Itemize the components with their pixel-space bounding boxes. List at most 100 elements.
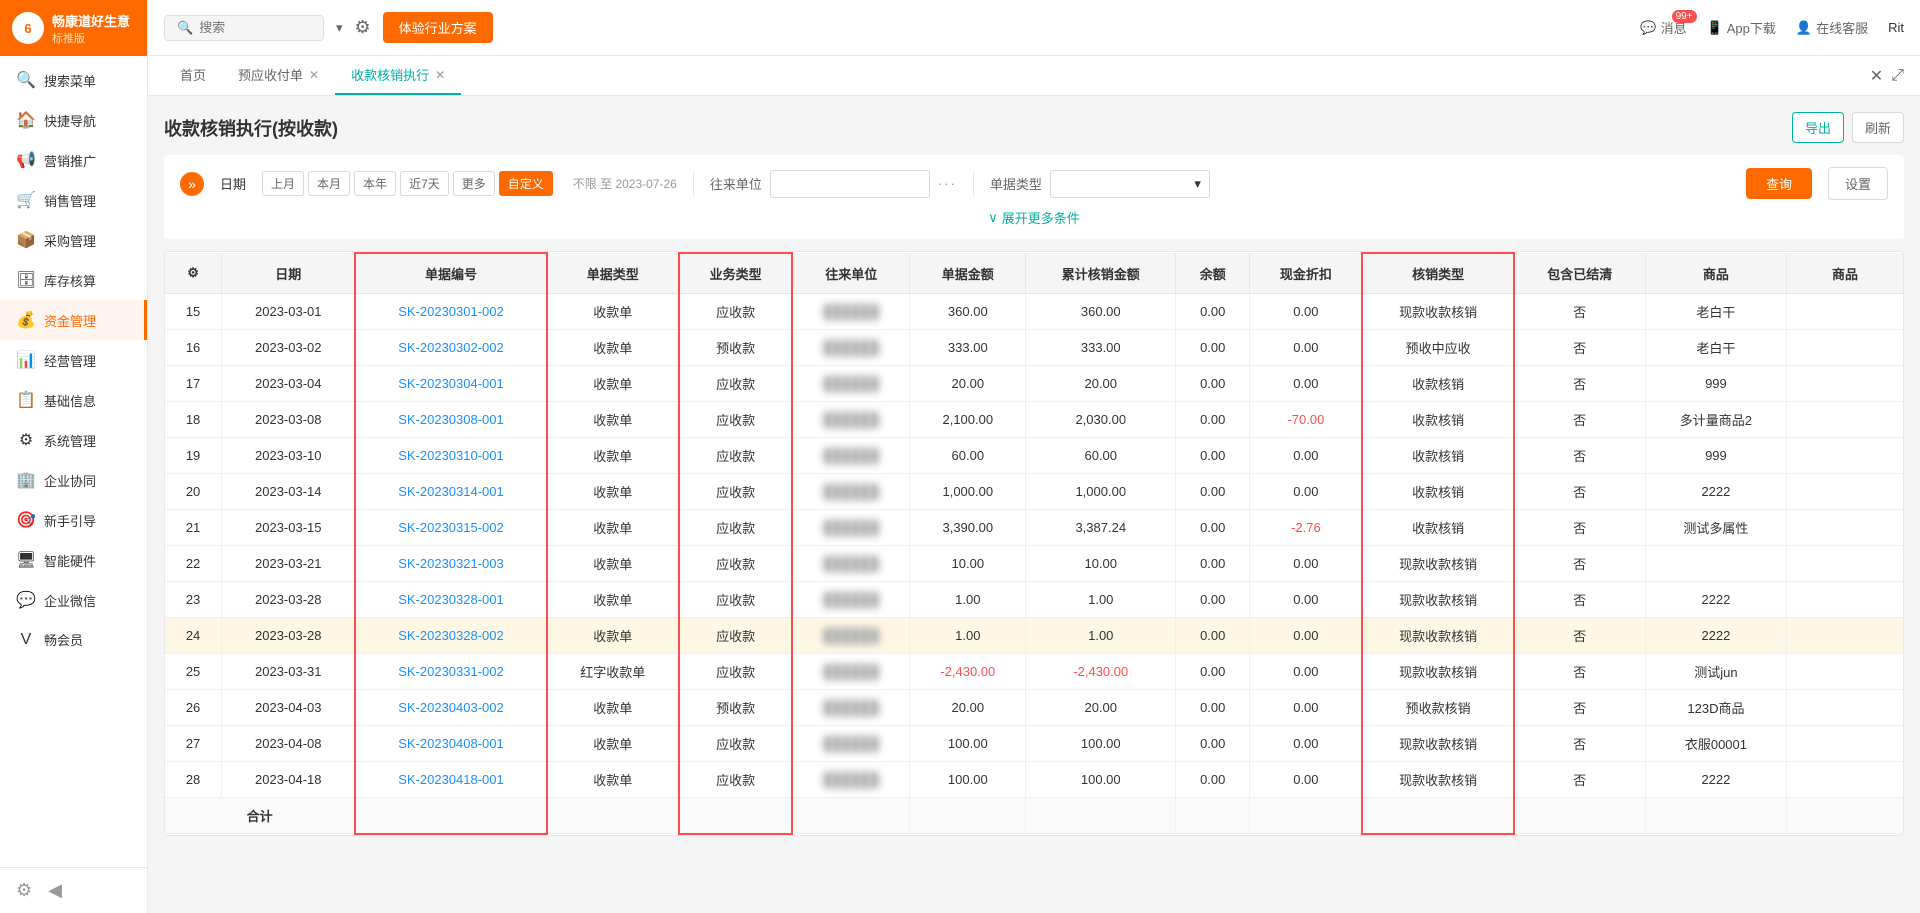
- sidebar-item-label: 企业微信: [44, 591, 96, 610]
- gear-icon[interactable]: ⚙: [355, 17, 371, 38]
- cell-include-cleared: 否: [1514, 726, 1646, 762]
- query-button[interactable]: 查询: [1746, 168, 1812, 199]
- receipt-type-select[interactable]: ▾: [1050, 170, 1210, 198]
- topbar-search[interactable]: 🔍: [164, 15, 324, 41]
- industry-btn[interactable]: 体验行业方案: [383, 12, 493, 43]
- sidebar-item-member[interactable]: V 畅会员: [0, 620, 147, 659]
- table-header-row: ⚙ 日期 单据编号 单据类型 业务类型 往来单位 单据金额 累计核销金额 余额 …: [165, 253, 1903, 294]
- sidebar-item-operation[interactable]: 📊 经营管理: [0, 340, 147, 380]
- sidebar-item-system[interactable]: ⚙ 系统管理: [0, 420, 147, 460]
- sidebar-item-hardware[interactable]: 🖥 智能硬件: [0, 540, 147, 580]
- tab-home[interactable]: 首页: [164, 56, 222, 95]
- sidebar-item-finance[interactable]: 💰 资金管理: [0, 300, 147, 340]
- basic-icon: 📋: [16, 390, 36, 410]
- online-service-item[interactable]: 👤 在线客服: [1796, 18, 1868, 37]
- sidebar-item-enterprise[interactable]: 🏢 企业协同: [0, 460, 147, 500]
- counterparty-input[interactable]: [770, 170, 930, 198]
- cell-seq: 22: [165, 546, 222, 582]
- cell-amount: 333.00: [910, 330, 1026, 366]
- cell-verified-amount: 333.00: [1026, 330, 1176, 366]
- tab-collection-exec[interactable]: 收款核销执行 ✕: [335, 56, 461, 95]
- sidebar-item-basic[interactable]: 📋 基础信息: [0, 380, 147, 420]
- this-year-btn[interactable]: 本年: [354, 171, 396, 196]
- cell-verify-type: 现款收款核销: [1362, 294, 1513, 330]
- tab-collection-exec-close[interactable]: ✕: [435, 68, 445, 82]
- cell-doc-no: SK-20230310-001: [355, 438, 546, 474]
- filter-toggle-btn[interactable]: »: [180, 172, 204, 196]
- sidebar-item-label: 新手引导: [44, 511, 96, 530]
- search-input[interactable]: [199, 20, 289, 35]
- user-name-item[interactable]: Rit: [1888, 20, 1904, 35]
- app-download-item[interactable]: 📱 App下载: [1707, 18, 1776, 37]
- settings-icon[interactable]: ⚙: [187, 265, 199, 280]
- cell-seq: 27: [165, 726, 222, 762]
- expand-conditions-btn[interactable]: ∨ 展开更多条件: [180, 208, 1888, 227]
- counterparty-filter: 往来单位 ···: [710, 170, 957, 198]
- cell-biz-type: 应收款: [679, 618, 792, 654]
- sidebar-item-purchase[interactable]: 📦 采购管理: [0, 220, 147, 260]
- main-area: 🔍 ▾ ⚙ 体验行业方案 💬 消息 99+ 📱 App下载 👤 在线客服 Rit: [148, 0, 1920, 913]
- table-footer-row: 合计: [165, 798, 1903, 834]
- sidebar-item-guide[interactable]: 🎯 新手引导: [0, 500, 147, 540]
- sidebar-item-wechat[interactable]: 💬 企业微信: [0, 580, 147, 620]
- filter-separator: [693, 172, 694, 196]
- refresh-button[interactable]: 刷新: [1852, 112, 1904, 143]
- sidebar-item-search[interactable]: 🔍 搜索菜单: [0, 60, 147, 100]
- cell-verified-amount: 20.00: [1026, 366, 1176, 402]
- cell-include-cleared: 否: [1514, 654, 1646, 690]
- cell-verify-type: 收款核销: [1362, 474, 1513, 510]
- custom-date-btn[interactable]: 自定义: [499, 171, 553, 196]
- cell-verified-amount: 60.00: [1026, 438, 1176, 474]
- col-biz-type: 业务类型: [679, 253, 792, 294]
- more-btn[interactable]: 更多: [453, 171, 495, 196]
- collapse-icon[interactable]: ◀: [48, 880, 62, 901]
- close-all-icon[interactable]: ✕: [1870, 66, 1883, 86]
- cell-biz-type: 应收款: [679, 438, 792, 474]
- cell-doc-no: SK-20230408-001: [355, 726, 546, 762]
- last-7-days-btn[interactable]: 近7天: [400, 171, 449, 196]
- cell-doc-no: SK-20230304-001: [355, 366, 546, 402]
- tab-pre-payment[interactable]: 预应收付单 ✕: [222, 56, 335, 95]
- cell-doc-type: 收款单: [547, 474, 679, 510]
- cell-verified-amount: 1,000.00: [1026, 474, 1176, 510]
- expand-icon[interactable]: ⤢: [1891, 67, 1904, 85]
- sidebar-item-quick-nav[interactable]: 🏠 快捷导航: [0, 100, 147, 140]
- cell-balance: 0.00: [1176, 546, 1250, 582]
- cell-product2: [1787, 330, 1903, 366]
- sidebar-item-sales[interactable]: 🛒 销售管理: [0, 180, 147, 220]
- content-area: 收款核销执行(按收款) 导出 刷新 » 日期 上月 本月 本年 近7天 更多 自…: [148, 96, 1920, 913]
- cell-date: 2023-03-04: [222, 366, 356, 402]
- notification-item[interactable]: 💬 消息 99+: [1640, 18, 1686, 37]
- sidebar-item-marketing[interactable]: 📢 营销推广: [0, 140, 147, 180]
- cell-cash-discount: -2.76: [1250, 510, 1363, 546]
- cell-counterparty: ██████: [792, 690, 909, 726]
- cell-verify-type: 收款核销: [1362, 402, 1513, 438]
- cell-verified-amount: 100.00: [1026, 762, 1176, 798]
- cell-balance: 0.00: [1176, 330, 1250, 366]
- cell-amount: 360.00: [910, 294, 1026, 330]
- this-month-btn[interactable]: 本月: [308, 171, 350, 196]
- cell-doc-type: 收款单: [547, 510, 679, 546]
- export-button[interactable]: 导出: [1792, 112, 1844, 143]
- sidebar-item-label: 营销推广: [44, 151, 96, 170]
- setting-button[interactable]: 设置: [1828, 167, 1888, 200]
- sidebar-item-inventory[interactable]: 🗄 库存核算: [0, 260, 147, 300]
- last-month-btn[interactable]: 上月: [262, 171, 304, 196]
- cell-date: 2023-04-03: [222, 690, 356, 726]
- chevron-down-icon: ∨: [988, 210, 998, 226]
- cell-biz-type: 应收款: [679, 294, 792, 330]
- total-amount: [910, 798, 1026, 834]
- cell-doc-no: SK-20230328-002: [355, 618, 546, 654]
- cell-amount: 1,000.00: [910, 474, 1026, 510]
- cell-cash-discount: 0.00: [1250, 474, 1363, 510]
- cell-verified-amount: 100.00: [1026, 726, 1176, 762]
- cell-doc-type: 收款单: [547, 726, 679, 762]
- user-name: Rit: [1888, 20, 1904, 35]
- tab-pre-payment-close[interactable]: ✕: [309, 68, 319, 82]
- sidebar-item-label: 采购管理: [44, 231, 96, 250]
- cell-amount: 2,100.00: [910, 402, 1026, 438]
- topbar-dropdown[interactable]: ▾: [336, 20, 343, 36]
- settings-icon[interactable]: ⚙: [16, 880, 32, 901]
- date-buttons: 上月 本月 本年 近7天 更多 自定义: [262, 171, 553, 196]
- cell-include-cleared: 否: [1514, 618, 1646, 654]
